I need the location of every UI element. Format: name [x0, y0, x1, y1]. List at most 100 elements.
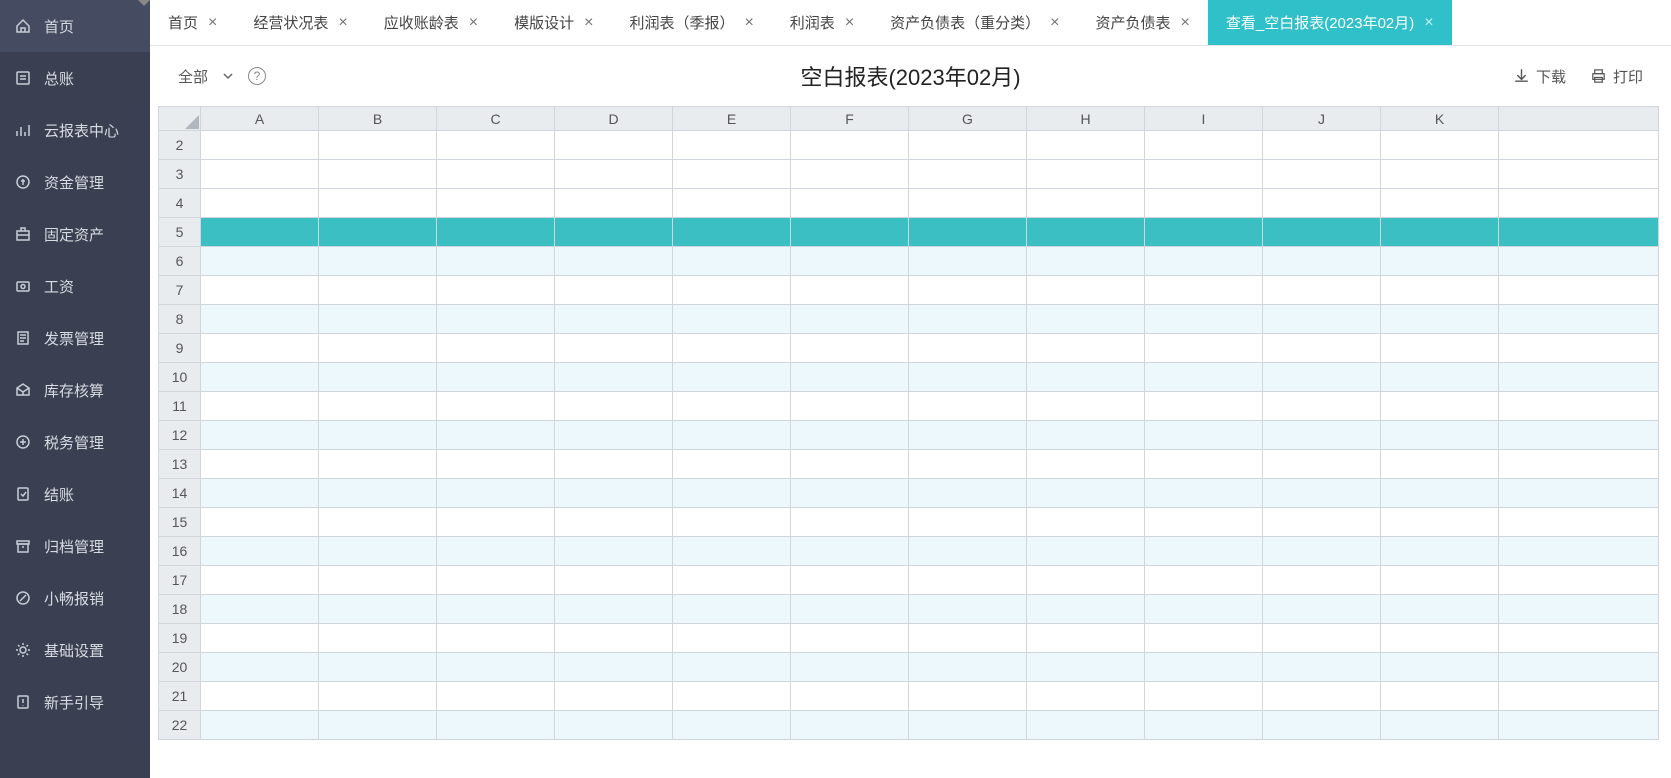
column-header-D[interactable]: D	[555, 107, 673, 131]
sidebar-item-asset[interactable]: 固定资产	[0, 208, 150, 260]
cell[interactable]	[909, 595, 1027, 624]
cell[interactable]	[1263, 682, 1381, 711]
cell[interactable]	[1145, 711, 1263, 740]
column-header-E[interactable]: E	[673, 107, 791, 131]
cell[interactable]	[1263, 624, 1381, 653]
cell[interactable]	[555, 363, 673, 392]
cell[interactable]	[1499, 363, 1659, 392]
row-header-18[interactable]: 18	[159, 595, 201, 624]
cell[interactable]	[1263, 247, 1381, 276]
close-icon[interactable]: ×	[744, 14, 753, 32]
cell[interactable]	[555, 305, 673, 334]
cell[interactable]	[1027, 189, 1145, 218]
spreadsheet[interactable]: ABCDEFGHIJK 2345678910111213141516171819…	[150, 106, 1671, 778]
cell[interactable]	[201, 218, 319, 247]
cell[interactable]	[1027, 160, 1145, 189]
row-header-15[interactable]: 15	[159, 508, 201, 537]
cell[interactable]	[1499, 682, 1659, 711]
column-header-J[interactable]: J	[1263, 107, 1381, 131]
row-header-17[interactable]: 17	[159, 566, 201, 595]
cell[interactable]	[1499, 392, 1659, 421]
cell[interactable]	[201, 160, 319, 189]
sidebar-item-inventory[interactable]: 库存核算	[0, 364, 150, 416]
tab-0[interactable]: 首页×	[150, 0, 235, 45]
cell[interactable]	[319, 392, 437, 421]
tab-3[interactable]: 模版设计×	[496, 0, 611, 45]
cell[interactable]	[555, 247, 673, 276]
cell[interactable]	[791, 537, 909, 566]
cell[interactable]	[319, 711, 437, 740]
cell[interactable]	[1499, 247, 1659, 276]
cell[interactable]	[909, 421, 1027, 450]
cell[interactable]	[555, 508, 673, 537]
cell[interactable]	[555, 595, 673, 624]
cell[interactable]	[319, 566, 437, 595]
cell[interactable]	[1145, 160, 1263, 189]
sidebar-item-salary[interactable]: 工资	[0, 260, 150, 312]
cell[interactable]	[1145, 595, 1263, 624]
cell[interactable]	[1499, 421, 1659, 450]
column-header-C[interactable]: C	[437, 107, 555, 131]
cell[interactable]	[909, 276, 1027, 305]
cell[interactable]	[909, 450, 1027, 479]
cell[interactable]	[673, 711, 791, 740]
cell[interactable]	[555, 479, 673, 508]
cell[interactable]	[1263, 450, 1381, 479]
cell[interactable]	[673, 160, 791, 189]
column-header-H[interactable]: H	[1027, 107, 1145, 131]
cell[interactable]	[909, 682, 1027, 711]
cell[interactable]	[909, 363, 1027, 392]
cell[interactable]	[319, 160, 437, 189]
cell[interactable]	[555, 653, 673, 682]
row-header-20[interactable]: 20	[159, 653, 201, 682]
cell[interactable]	[1381, 682, 1499, 711]
cell[interactable]	[201, 508, 319, 537]
cell[interactable]	[1145, 624, 1263, 653]
cell[interactable]	[1027, 479, 1145, 508]
cell[interactable]	[1381, 363, 1499, 392]
cell[interactable]	[1027, 392, 1145, 421]
cell[interactable]	[1381, 653, 1499, 682]
cell[interactable]	[201, 131, 319, 160]
cell[interactable]	[1263, 218, 1381, 247]
cell[interactable]	[1499, 189, 1659, 218]
cell[interactable]	[201, 189, 319, 218]
cell[interactable]	[909, 131, 1027, 160]
cell[interactable]	[201, 479, 319, 508]
cell[interactable]	[1263, 537, 1381, 566]
cell[interactable]	[437, 334, 555, 363]
cell[interactable]	[673, 421, 791, 450]
cell[interactable]	[555, 189, 673, 218]
tab-7[interactable]: 资产负债表×	[1078, 0, 1208, 45]
row-header-19[interactable]: 19	[159, 624, 201, 653]
row-header-10[interactable]: 10	[159, 363, 201, 392]
cell[interactable]	[201, 276, 319, 305]
cell[interactable]	[791, 421, 909, 450]
tab-2[interactable]: 应收账龄表×	[366, 0, 496, 45]
sidebar-item-money[interactable]: 资金管理	[0, 156, 150, 208]
cell[interactable]	[909, 334, 1027, 363]
cell[interactable]	[1263, 653, 1381, 682]
cell[interactable]	[1263, 595, 1381, 624]
cell[interactable]	[201, 653, 319, 682]
cell[interactable]	[791, 595, 909, 624]
cell[interactable]	[1499, 624, 1659, 653]
cell[interactable]	[791, 363, 909, 392]
close-icon[interactable]: ×	[1181, 14, 1190, 32]
cell[interactable]	[201, 305, 319, 334]
cell[interactable]	[1027, 363, 1145, 392]
cell[interactable]	[437, 131, 555, 160]
cell[interactable]	[555, 450, 673, 479]
close-icon[interactable]: ×	[208, 14, 217, 32]
cell[interactable]	[1499, 566, 1659, 595]
cell[interactable]	[1027, 682, 1145, 711]
cell[interactable]	[791, 247, 909, 276]
tab-4[interactable]: 利润表（季报）×	[611, 0, 771, 45]
cell[interactable]	[555, 276, 673, 305]
cell[interactable]	[1027, 566, 1145, 595]
cell[interactable]	[437, 508, 555, 537]
cell[interactable]	[673, 682, 791, 711]
cell[interactable]	[909, 653, 1027, 682]
cell[interactable]	[201, 682, 319, 711]
tab-1[interactable]: 经营状况表×	[235, 0, 365, 45]
